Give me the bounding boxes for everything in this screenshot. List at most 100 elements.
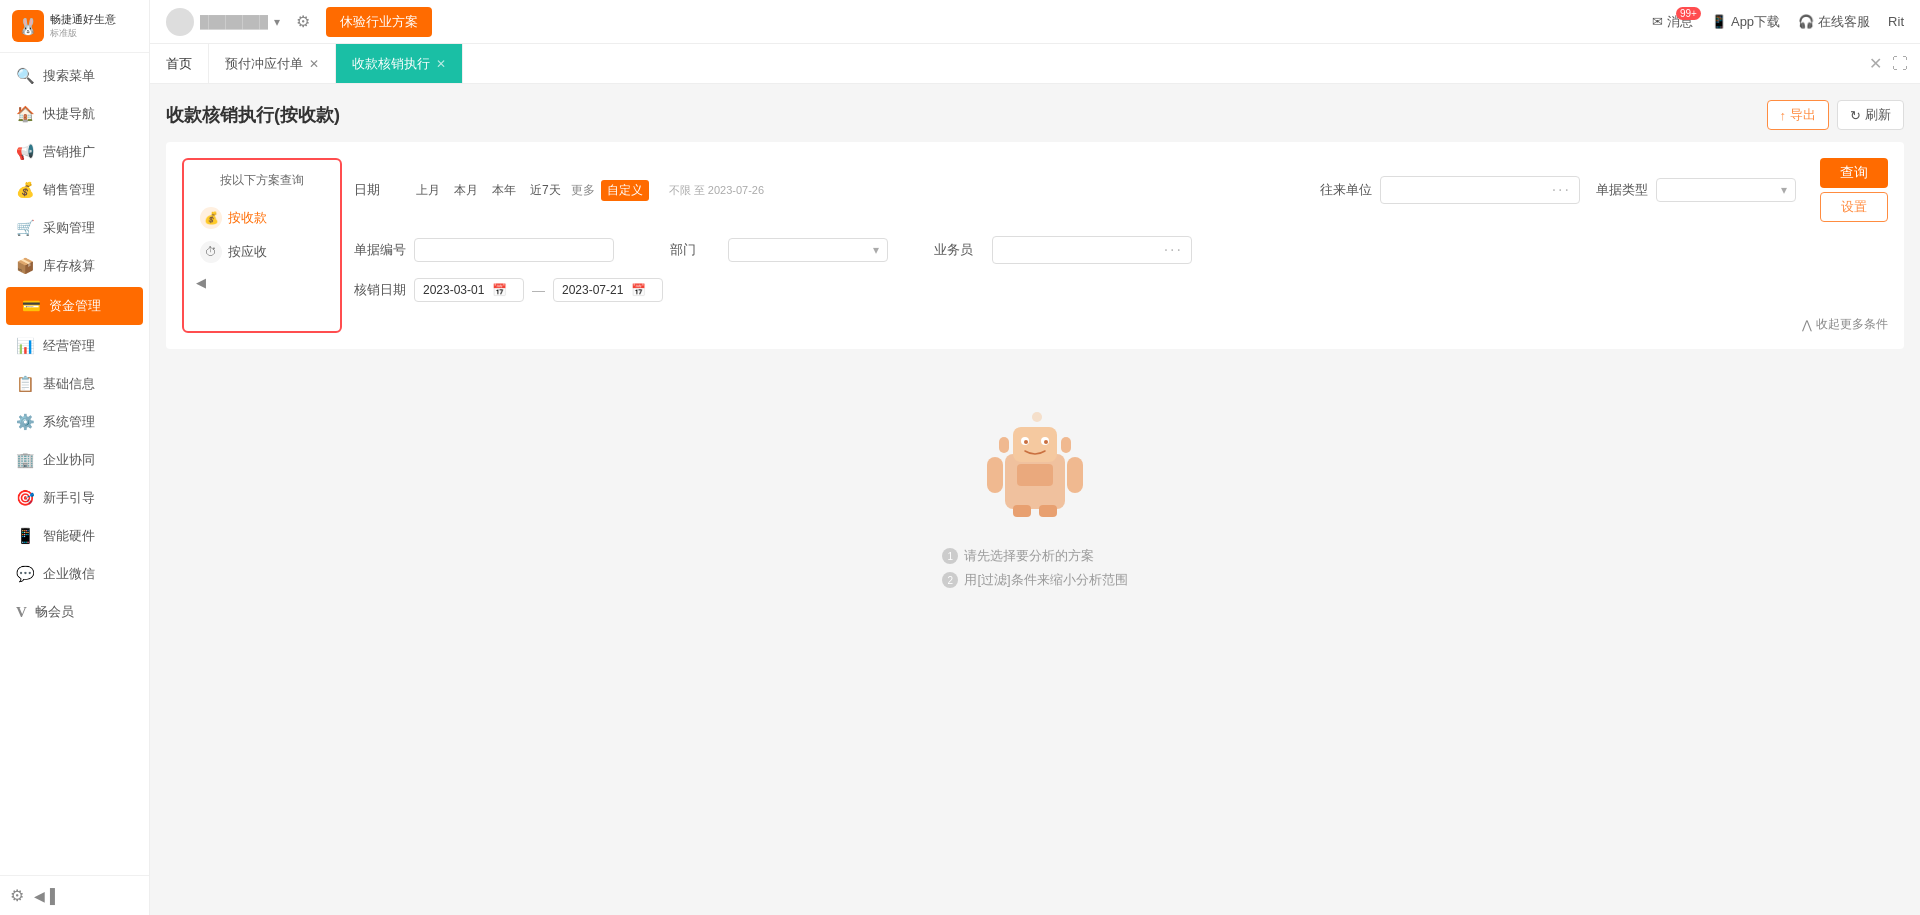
svg-point-5	[1044, 440, 1048, 444]
tab-prepay[interactable]: 预付冲应付单 ✕	[209, 44, 336, 83]
sidebar-item-guide[interactable]: 🎯 新手引导	[0, 479, 149, 517]
partner-input[interactable]: ···	[1380, 176, 1580, 204]
sidebar-item-purchase[interactable]: 🛒 采购管理	[0, 209, 149, 247]
svg-rect-10	[1067, 457, 1083, 493]
svg-rect-9	[987, 457, 1003, 493]
sidebar-item-enterprise[interactable]: 🏢 企业协同	[0, 441, 149, 479]
tab-prepay-close-icon[interactable]: ✕	[309, 57, 319, 71]
filter-sidebar-expand-button[interactable]: ◀	[192, 269, 332, 296]
collapse-more-row: ⋀ 收起更多条件	[354, 316, 1888, 333]
date-link-custom[interactable]: 自定义	[601, 180, 649, 201]
collapse-more-label: 收起更多条件	[1816, 316, 1888, 333]
sidebar-item-quick-nav[interactable]: 🏠 快捷导航	[0, 95, 149, 133]
sidebar-item-sales-label: 销售管理	[43, 181, 95, 199]
sidebar-item-quick-nav-label: 快捷导航	[43, 105, 95, 123]
sidebar-item-operations[interactable]: 📊 经营管理	[0, 327, 149, 365]
staff-label: 业务员	[934, 241, 984, 259]
svg-rect-6	[999, 437, 1009, 453]
online-service-icon: 🎧	[1798, 14, 1814, 29]
sidebar-item-basic-info-label: 基础信息	[43, 375, 95, 393]
action-buttons: 查询 设置	[1820, 158, 1888, 222]
message-button[interactable]: ✉ 消息 99+	[1652, 13, 1693, 31]
hint-1-text: 请先选择要分析的方案	[964, 547, 1094, 565]
main-area: ████████ ▾ ⚙ 休验行业方案 ✉ 消息 99+ 📱 App下载 🎧 在…	[150, 0, 1920, 915]
sidebar-item-basic-info[interactable]: 📋 基础信息	[0, 365, 149, 403]
header-user-name[interactable]: Rit	[1888, 14, 1904, 29]
tab-collection[interactable]: 收款核销执行 ✕	[336, 44, 463, 83]
page-title: 收款核销执行(按收款)	[166, 103, 340, 127]
filter-group-staff: 业务员 ···	[934, 236, 1192, 264]
tab-close-all-icon[interactable]: ✕	[1869, 54, 1882, 73]
date-link-more[interactable]: 更多	[571, 182, 595, 199]
staff-dots: ···	[1164, 241, 1183, 259]
hint-2-number: 2	[942, 572, 958, 588]
writeoff-end-date-input[interactable]: 2023-07-21 📅	[553, 278, 663, 302]
sidebar-item-search-label: 搜索菜单	[43, 67, 95, 85]
user-info[interactable]: ████████ ▾	[166, 8, 280, 36]
sidebar-item-search[interactable]: 🔍 搜索菜单	[0, 57, 149, 95]
filter-option-by-receivable[interactable]: ⏱ 按应收	[192, 235, 332, 269]
sidebar-item-marketing[interactable]: 📢 营销推广	[0, 133, 149, 171]
svg-rect-1	[1013, 427, 1057, 462]
filter-settings-button[interactable]: 设置	[1820, 192, 1888, 222]
svg-rect-7	[1061, 437, 1071, 453]
online-service-button[interactable]: 🎧 在线客服	[1798, 13, 1870, 31]
sidebar-item-system-label: 系统管理	[43, 413, 95, 431]
industry-solution-button[interactable]: 休验行业方案	[326, 7, 432, 37]
writeoff-start-date-input[interactable]: 2023-03-01 📅	[414, 278, 524, 302]
export-button[interactable]: ↑ 导出	[1767, 100, 1830, 130]
app-download-button[interactable]: 📱 App下载	[1711, 13, 1780, 31]
filter-group-partner: 往来单位 ···	[1320, 176, 1580, 204]
sidebar-item-wechat[interactable]: 💬 企业微信	[0, 555, 149, 593]
date-link-this-year[interactable]: 本年	[488, 180, 520, 201]
sidebar-collapse-button[interactable]: ◀▐	[34, 888, 55, 904]
sidebar: 🐰 畅捷通好生意 标准版 🔍 搜索菜单 🏠 快捷导航 📢 营销推广 💰 销售管理…	[0, 0, 150, 915]
svg-rect-8	[1017, 464, 1053, 486]
search-icon: 🔍	[16, 67, 35, 85]
date-link-last-month[interactable]: 上月	[412, 180, 444, 201]
filter-row-3: 核销日期 2023-03-01 📅 — 2023-07-21 📅	[354, 278, 1888, 302]
query-button[interactable]: 查询	[1820, 158, 1888, 188]
tab-home[interactable]: 首页	[150, 44, 209, 83]
sidebar-item-system[interactable]: ⚙️ 系统管理	[0, 403, 149, 441]
date-link-last-7-days[interactable]: 近7天	[526, 180, 565, 201]
sidebar-item-inventory[interactable]: 📦 库存核算	[0, 247, 149, 285]
sidebar-item-hardware-label: 智能硬件	[43, 527, 95, 545]
sidebar-item-finance[interactable]: 💳 资金管理	[6, 287, 143, 325]
staff-input[interactable]: ···	[992, 236, 1192, 264]
logo-icon: 🐰	[12, 10, 44, 42]
header-gear-icon[interactable]: ⚙	[296, 12, 310, 31]
receivable-icon: ⏱	[200, 241, 222, 263]
settings-icon[interactable]: ⚙	[10, 886, 24, 905]
header-buttons: ↑ 导出 ↻ 刷新	[1767, 100, 1905, 130]
operations-icon: 📊	[16, 337, 35, 355]
sidebar-item-sales[interactable]: 💰 销售管理	[0, 171, 149, 209]
empty-illustration	[975, 409, 1095, 519]
svg-rect-12	[1039, 505, 1057, 517]
tab-expand-icon[interactable]: ⛶	[1892, 55, 1908, 73]
collapse-more-button[interactable]: ⋀ 收起更多条件	[1802, 316, 1888, 333]
sidebar-item-hardware[interactable]: 📱 智能硬件	[0, 517, 149, 555]
dept-select[interactable]: ▾	[728, 238, 888, 262]
doc-no-input[interactable]	[414, 238, 614, 262]
sidebar-item-enterprise-label: 企业协同	[43, 451, 95, 469]
refresh-button[interactable]: ↻ 刷新	[1837, 100, 1904, 130]
writeoff-date-label: 核销日期	[354, 281, 406, 299]
filter-group-doc-type: 单据类型 ▾	[1596, 178, 1796, 202]
date-link-this-month[interactable]: 本月	[450, 180, 482, 201]
tab-bar-actions: ✕ ⛶	[1869, 54, 1920, 73]
sidebar-item-inventory-label: 库存核算	[43, 257, 95, 275]
sidebar-item-member[interactable]: V 畅会员	[0, 593, 149, 631]
filter-option-by-receipt[interactable]: 💰 按收款	[192, 201, 332, 235]
partner-label: 往来单位	[1320, 181, 1372, 199]
svg-rect-11	[1013, 505, 1031, 517]
tab-collection-close-icon[interactable]: ✕	[436, 57, 446, 71]
filter-group-doc-no: 单据编号	[354, 238, 614, 262]
refresh-icon: ↻	[1850, 108, 1861, 123]
empty-hints: 1 请先选择要分析的方案 2 用[过滤]条件来缩小分析范围	[942, 547, 1127, 589]
avatar	[166, 8, 194, 36]
doc-type-select[interactable]: ▾	[1656, 178, 1796, 202]
message-icon: ✉	[1652, 14, 1663, 29]
filter-right: 日期 上月 本月 本年 近7天 更多 自定义 不限 至 2023-07-26 往…	[354, 158, 1888, 333]
tab-bar: 首页 预付冲应付单 ✕ 收款核销执行 ✕ ✕ ⛶	[150, 44, 1920, 84]
